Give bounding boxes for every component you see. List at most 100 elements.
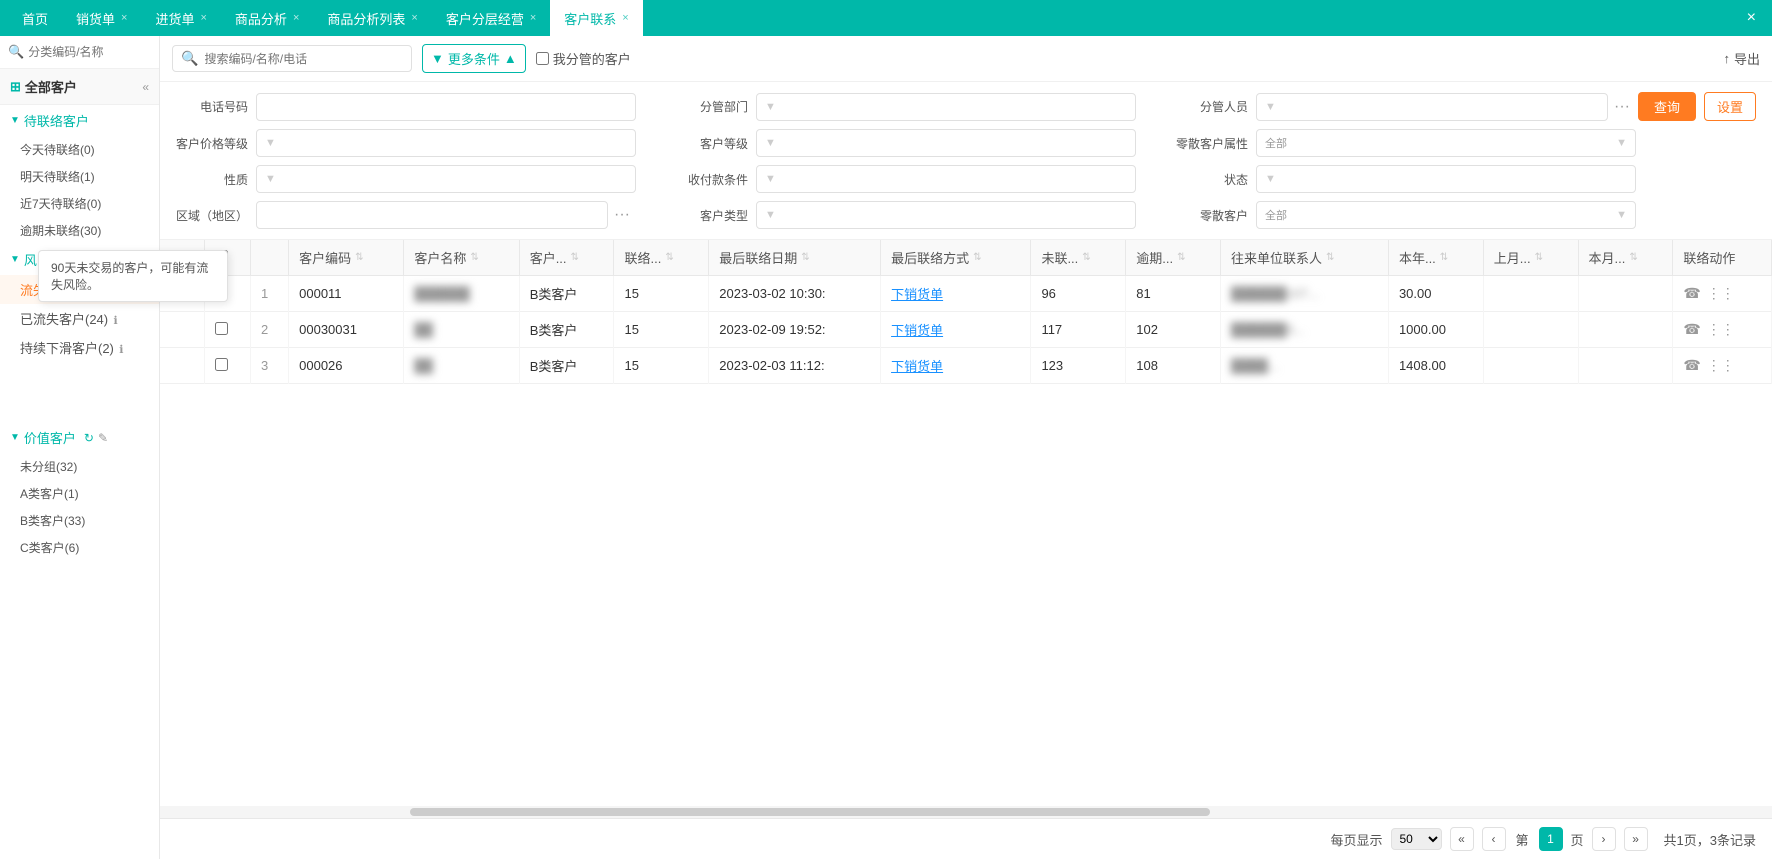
adv-select-price-level[interactable]: ▼ bbox=[256, 129, 636, 157]
sidebar-section-title-pending[interactable]: ▼ 待联络客户 bbox=[0, 105, 159, 136]
adv-input-phone[interactable] bbox=[256, 93, 636, 121]
adv-dots-person[interactable]: ··· bbox=[1608, 98, 1636, 116]
nav-tab-1[interactable]: 进货单 × bbox=[141, 0, 220, 36]
th-overdue[interactable]: 逾期...⇅ bbox=[1126, 240, 1221, 276]
setting-button[interactable]: 设置 bbox=[1704, 92, 1756, 121]
td-this-year: 30.00 bbox=[1388, 276, 1483, 312]
th-this-year[interactable]: 本年...⇅ bbox=[1388, 240, 1483, 276]
sidebar-section-title-value[interactable]: ▼ 价值客户 ↻ ✎ bbox=[0, 422, 159, 453]
contact-action-icon[interactable]: ☎ bbox=[1683, 321, 1700, 338]
contact-action-icon[interactable]: ☎ bbox=[1683, 357, 1700, 374]
more-filter-button[interactable]: ▼ 更多条件 ▲ bbox=[422, 44, 526, 73]
adv-field-phone: 电话号码 bbox=[176, 93, 636, 121]
close-icon[interactable]: × bbox=[411, 12, 417, 24]
th-action: 联络动作 bbox=[1673, 240, 1772, 276]
th-code[interactable]: 客户编码⇅ bbox=[289, 240, 404, 276]
adv-field-payment: 收付款条件 ▼ bbox=[676, 165, 1136, 193]
edit-icon[interactable]: ✎ bbox=[98, 431, 108, 445]
sidebar-root-title: ⊞ 全部客户 bbox=[10, 77, 77, 96]
sidebar-item-churned[interactable]: 已流失客户(24) ℹ bbox=[0, 304, 159, 333]
th-type[interactable]: 客户...⇅ bbox=[519, 240, 614, 276]
adv-select-customer-level[interactable]: ▼ bbox=[756, 129, 1136, 157]
adv-select-status[interactable]: ▼ bbox=[1256, 165, 1636, 193]
adv-field-price-level: 客户价格等级 ▼ bbox=[176, 129, 636, 157]
th-name[interactable]: 客户名称⇅ bbox=[404, 240, 519, 276]
th-num bbox=[251, 240, 289, 276]
sidebar-item-today[interactable]: 今天待联络(0) bbox=[0, 136, 159, 163]
td-check[interactable] bbox=[205, 312, 251, 348]
td-last-method[interactable]: 下销货单 bbox=[881, 312, 1031, 348]
close-icon[interactable]: × bbox=[121, 12, 127, 24]
per-page-select[interactable]: 50 100 bbox=[1391, 828, 1442, 850]
th-unit-contact[interactable]: 往来单位联系人⇅ bbox=[1221, 240, 1389, 276]
search-input[interactable] bbox=[204, 52, 403, 66]
adv-filter-row-3: 性质 ▼ 收付款条件 ▼ 状态 ▼ bbox=[176, 165, 1756, 193]
adv-select-region[interactable] bbox=[256, 201, 608, 229]
adv-filter-row-1: 电话号码 分管部门 ▼ 分管人员 ▼ ··· bbox=[176, 92, 1756, 121]
current-page[interactable]: 1 bbox=[1539, 827, 1563, 851]
horizontal-scrollbar[interactable] bbox=[160, 806, 1772, 818]
adv-label-scatter-attr: 零散客户属性 bbox=[1176, 135, 1256, 152]
td-last-method[interactable]: 下销货单 bbox=[881, 348, 1031, 384]
nav-tab-5[interactable]: 客户联系 × bbox=[550, 0, 642, 36]
search-icon: 🔍 bbox=[8, 44, 24, 60]
more-action-icon[interactable]: ⋮⋮ bbox=[1707, 357, 1735, 374]
adv-dots-region[interactable]: ··· bbox=[608, 206, 636, 224]
row-checkbox[interactable] bbox=[215, 358, 228, 371]
sidebar-item-declining[interactable]: 持续下滑客户(2) ℹ bbox=[0, 333, 159, 362]
close-icon[interactable]: × bbox=[530, 12, 536, 24]
row-checkbox[interactable] bbox=[215, 322, 228, 335]
td-name: ██ bbox=[404, 312, 519, 348]
contact-action-icon[interactable]: ☎ bbox=[1683, 285, 1700, 302]
th-this-month[interactable]: 本月...⇅ bbox=[1578, 240, 1673, 276]
sidebar-item-a-class[interactable]: A类客户(1) bbox=[0, 480, 159, 507]
td-overdue: 108 bbox=[1126, 348, 1221, 384]
close-icon[interactable]: × bbox=[200, 12, 206, 24]
more-action-icon[interactable]: ⋮⋮ bbox=[1707, 321, 1735, 338]
scrollbar-thumb[interactable] bbox=[410, 808, 1210, 816]
adv-select-dept[interactable]: ▼ bbox=[756, 93, 1136, 121]
td-check[interactable] bbox=[205, 348, 251, 384]
nav-tab-3[interactable]: 商品分析列表 × bbox=[313, 0, 431, 36]
my-customer-check-input[interactable] bbox=[536, 52, 549, 65]
sidebar-item-c-class[interactable]: C类客户(6) bbox=[0, 534, 159, 561]
adv-label-dept: 分管部门 bbox=[676, 98, 756, 115]
adv-select-nature[interactable]: ▼ bbox=[256, 165, 636, 193]
adv-select-scatter[interactable]: 全部 ▼ bbox=[1256, 201, 1636, 229]
first-page-button[interactable]: « bbox=[1450, 827, 1474, 851]
sidebar-search-input[interactable] bbox=[28, 45, 160, 59]
sidebar-item-7days[interactable]: 近7天待联络(0) bbox=[0, 190, 159, 217]
th-uncontact[interactable]: 未联...⇅ bbox=[1031, 240, 1126, 276]
nav-tab-2[interactable]: 商品分析 × bbox=[221, 0, 313, 36]
td-last-date: 2023-02-09 19:52: bbox=[709, 312, 881, 348]
nav-home[interactable]: 首页 bbox=[8, 0, 62, 36]
nav-tab-0[interactable]: 销货单 × bbox=[62, 0, 141, 36]
th-last-method[interactable]: 最后联络方式⇅ bbox=[881, 240, 1031, 276]
td-last-method[interactable]: 下销货单 bbox=[881, 276, 1031, 312]
last-page-button[interactable]: » bbox=[1624, 827, 1648, 851]
adv-select-person[interactable]: ▼ bbox=[1256, 93, 1608, 121]
export-button[interactable]: ↑ 导出 bbox=[1723, 49, 1760, 68]
th-last-date[interactable]: 最后联络日期⇅ bbox=[709, 240, 881, 276]
sidebar-item-b-class[interactable]: B类客户(33) bbox=[0, 507, 159, 534]
sidebar-item-overdue[interactable]: 逾期未联络(30) bbox=[0, 217, 159, 244]
th-last-month[interactable]: 上月...⇅ bbox=[1483, 240, 1578, 276]
query-button[interactable]: 查询 bbox=[1638, 92, 1696, 121]
close-icon[interactable]: × bbox=[622, 12, 628, 24]
td-action: ☎ ⋮⋮ bbox=[1673, 276, 1772, 312]
more-action-icon[interactable]: ⋮⋮ bbox=[1707, 285, 1735, 302]
th-contact[interactable]: 联络...⇅ bbox=[614, 240, 709, 276]
my-customer-checkbox[interactable]: 我分管的客户 bbox=[536, 49, 631, 68]
close-all-button[interactable]: × bbox=[1739, 9, 1764, 27]
close-icon[interactable]: × bbox=[293, 12, 299, 24]
next-page-button[interactable]: › bbox=[1592, 827, 1616, 851]
adv-select-scatter-attr[interactable]: 全部 ▼ bbox=[1256, 129, 1636, 157]
adv-select-payment[interactable]: ▼ bbox=[756, 165, 1136, 193]
refresh-icon[interactable]: ↻ bbox=[84, 431, 94, 445]
adv-select-type[interactable]: ▼ bbox=[756, 201, 1136, 229]
prev-page-button[interactable]: ‹ bbox=[1482, 827, 1506, 851]
sidebar-collapse-button[interactable]: « bbox=[142, 80, 149, 94]
sidebar-item-ungroup[interactable]: 未分组(32) bbox=[0, 453, 159, 480]
sidebar-item-tomorrow[interactable]: 明天待联络(1) bbox=[0, 163, 159, 190]
nav-tab-4[interactable]: 客户分层经营 × bbox=[432, 0, 550, 36]
